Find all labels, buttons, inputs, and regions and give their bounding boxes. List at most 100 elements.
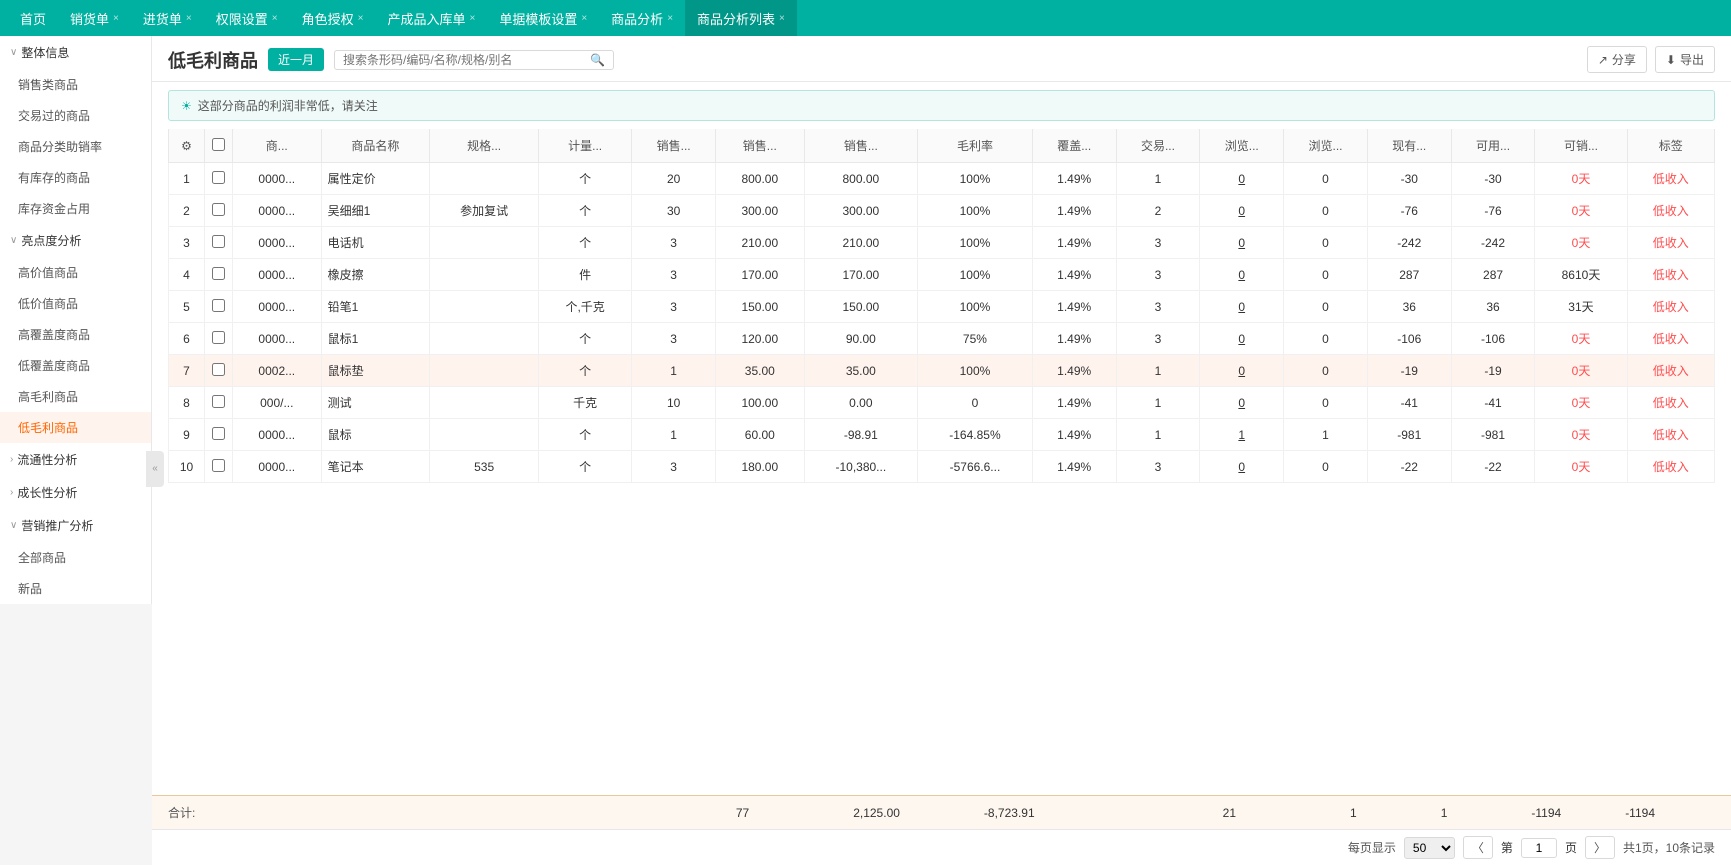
sidebar-item-low-coverage[interactable]: 低覆盖度商品 <box>0 350 151 381</box>
row-current: 36 <box>1367 291 1451 323</box>
sidebar-item-inventory-capital[interactable]: 库存资金占用 <box>0 193 151 224</box>
sidebar-group-highlight[interactable]: ∨ 亮点度分析 <box>0 224 151 257</box>
sidebar-item-high-coverage[interactable]: 高覆盖度商品 <box>0 319 151 350</box>
time-filter-button[interactable]: 近一月 <box>268 48 324 71</box>
table-row: 4 0000... 橡皮擦 件 3 170.00 170.00 100% 1.4… <box>169 259 1715 291</box>
sidebar-group-circulation[interactable]: › 流通性分析 <box>0 443 151 476</box>
nav-purchase-order[interactable]: 进货单 × <box>131 0 204 36</box>
browse-link[interactable]: 0 <box>1238 204 1245 218</box>
row-checkbox[interactable] <box>212 171 225 184</box>
row-checkbox[interactable] <box>212 267 225 280</box>
row-checkbox[interactable] <box>212 459 225 472</box>
row-saleable: 0天 <box>1535 195 1627 227</box>
browse-link[interactable]: 0 <box>1238 236 1245 250</box>
close-icon[interactable]: × <box>469 13 475 24</box>
row-checkbox[interactable] <box>212 203 225 216</box>
row-checkbox[interactable] <box>212 299 225 312</box>
search-icon[interactable]: 🔍 <box>590 53 605 67</box>
row-tag: 低收入 <box>1627 419 1714 451</box>
nav-product-analysis[interactable]: 商品分析 × <box>599 0 685 36</box>
row-browse1: 0 <box>1200 163 1284 195</box>
row-unit: 件 <box>539 259 632 291</box>
col-unit: 计量... <box>539 129 632 163</box>
nav-product-analysis-list[interactable]: 商品分析列表 × <box>685 0 797 36</box>
sidebar-item-stocked-goods[interactable]: 有库存的商品 <box>0 162 151 193</box>
footer-available: -1194 <box>1625 806 1655 820</box>
row-browse2: 0 <box>1284 323 1368 355</box>
browse-link[interactable]: 0 <box>1238 364 1245 378</box>
page-size-label: 每页显示 <box>1348 839 1396 856</box>
nav-sales-order[interactable]: 销货单 × <box>58 0 131 36</box>
row-browse2: 0 <box>1284 259 1368 291</box>
row-checkbox[interactable] <box>212 427 225 440</box>
row-qty: 1 <box>632 355 716 387</box>
page-number-input[interactable] <box>1521 838 1557 858</box>
row-tag: 低收入 <box>1627 227 1714 259</box>
row-amount: 300.00 <box>804 195 918 227</box>
next-page-button[interactable]: 〉 <box>1585 836 1615 859</box>
sidebar-item-traded-goods[interactable]: 交易过的商品 <box>0 100 151 131</box>
sidebar-item-new-goods[interactable]: 新品 <box>0 573 151 604</box>
sidebar-group-marketing[interactable]: ∨ 营销推广分析 <box>0 509 151 542</box>
row-trade: 3 <box>1116 323 1200 355</box>
search-input[interactable] <box>343 53 590 67</box>
row-checkbox[interactable] <box>212 331 225 344</box>
nav-home[interactable]: 首页 <box>8 0 58 36</box>
browse-link[interactable]: 0 <box>1238 396 1245 410</box>
browse-link[interactable]: 0 <box>1238 172 1245 186</box>
col-browse2: 浏览... <box>1284 129 1368 163</box>
row-name: 鼠标垫 <box>321 355 430 387</box>
sidebar-item-low-value[interactable]: 低价值商品 <box>0 288 151 319</box>
nav-role-auth[interactable]: 角色授权 × <box>290 0 376 36</box>
sidebar-item-category-sales-rate[interactable]: 商品分类助销率 <box>0 131 151 162</box>
sidebar-item-low-profit[interactable]: 低毛利商品 <box>0 412 151 443</box>
row-current: -41 <box>1367 387 1451 419</box>
prev-page-button[interactable]: 〈 <box>1463 836 1493 859</box>
row-checkbox[interactable] <box>212 395 225 408</box>
row-browse2: 0 <box>1284 195 1368 227</box>
row-spec <box>430 227 539 259</box>
sidebar-group-growth[interactable]: › 成长性分析 <box>0 476 151 509</box>
share-icon: ↗ <box>1598 53 1608 67</box>
sidebar-item-all-goods[interactable]: 全部商品 <box>0 542 151 573</box>
browse-link[interactable]: 1 <box>1238 428 1245 442</box>
sidebar-group-overall[interactable]: ∨ 整体信息 <box>0 36 151 69</box>
share-button[interactable]: ↗ 分享 <box>1587 46 1647 73</box>
nav-template-settings[interactable]: 单据模板设置 × <box>487 0 599 36</box>
select-all-checkbox[interactable] <box>212 138 225 151</box>
row-available: -242 <box>1451 227 1535 259</box>
close-icon[interactable]: × <box>581 13 587 24</box>
table-row: 3 0000... 电话机 个 3 210.00 210.00 100% 1.4… <box>169 227 1715 259</box>
close-icon[interactable]: × <box>358 13 364 24</box>
row-browse1: 0 <box>1200 227 1284 259</box>
row-name: 鼠标 <box>321 419 430 451</box>
row-current: -30 <box>1367 163 1451 195</box>
page-size-select[interactable]: 50 100 200 <box>1404 837 1455 859</box>
table-row: 2 0000... 吴细细1 参加复试 个 30 300.00 300.00 1… <box>169 195 1715 227</box>
browse-link[interactable]: 0 <box>1238 332 1245 346</box>
row-checkbox[interactable] <box>212 235 225 248</box>
table-header-row: ⚙ 商... 商品名称 规格... 计量... 销售... 销售... 销售..… <box>169 129 1715 163</box>
sidebar-item-high-profit[interactable]: 高毛利商品 <box>0 381 151 412</box>
browse-link[interactable]: 0 <box>1238 460 1245 474</box>
row-price: 210.00 <box>716 227 805 259</box>
row-gross-rate: 100% <box>918 163 1033 195</box>
row-num: 7 <box>169 355 205 387</box>
sidebar-collapse-button[interactable]: « <box>146 451 164 487</box>
row-checkbox[interactable] <box>212 363 225 376</box>
browse-link[interactable]: 0 <box>1238 300 1245 314</box>
close-icon[interactable]: × <box>667 13 673 24</box>
nav-product-storage[interactable]: 产成品入库单 × <box>375 0 487 36</box>
sidebar-item-sales-goods[interactable]: 销售类商品 <box>0 69 151 100</box>
browse-link[interactable]: 0 <box>1238 268 1245 282</box>
export-button[interactable]: ⬇ 导出 <box>1655 46 1715 73</box>
col-settings[interactable]: ⚙ <box>169 129 205 163</box>
sidebar-item-high-value[interactable]: 高价值商品 <box>0 257 151 288</box>
close-icon[interactable]: × <box>113 13 119 24</box>
close-icon[interactable]: × <box>779 13 785 24</box>
close-icon[interactable]: × <box>186 13 192 24</box>
nav-permissions[interactable]: 权限设置 × <box>204 0 290 36</box>
row-unit: 个 <box>539 195 632 227</box>
close-icon[interactable]: × <box>272 13 278 24</box>
row-gross-rate: 100% <box>918 291 1033 323</box>
